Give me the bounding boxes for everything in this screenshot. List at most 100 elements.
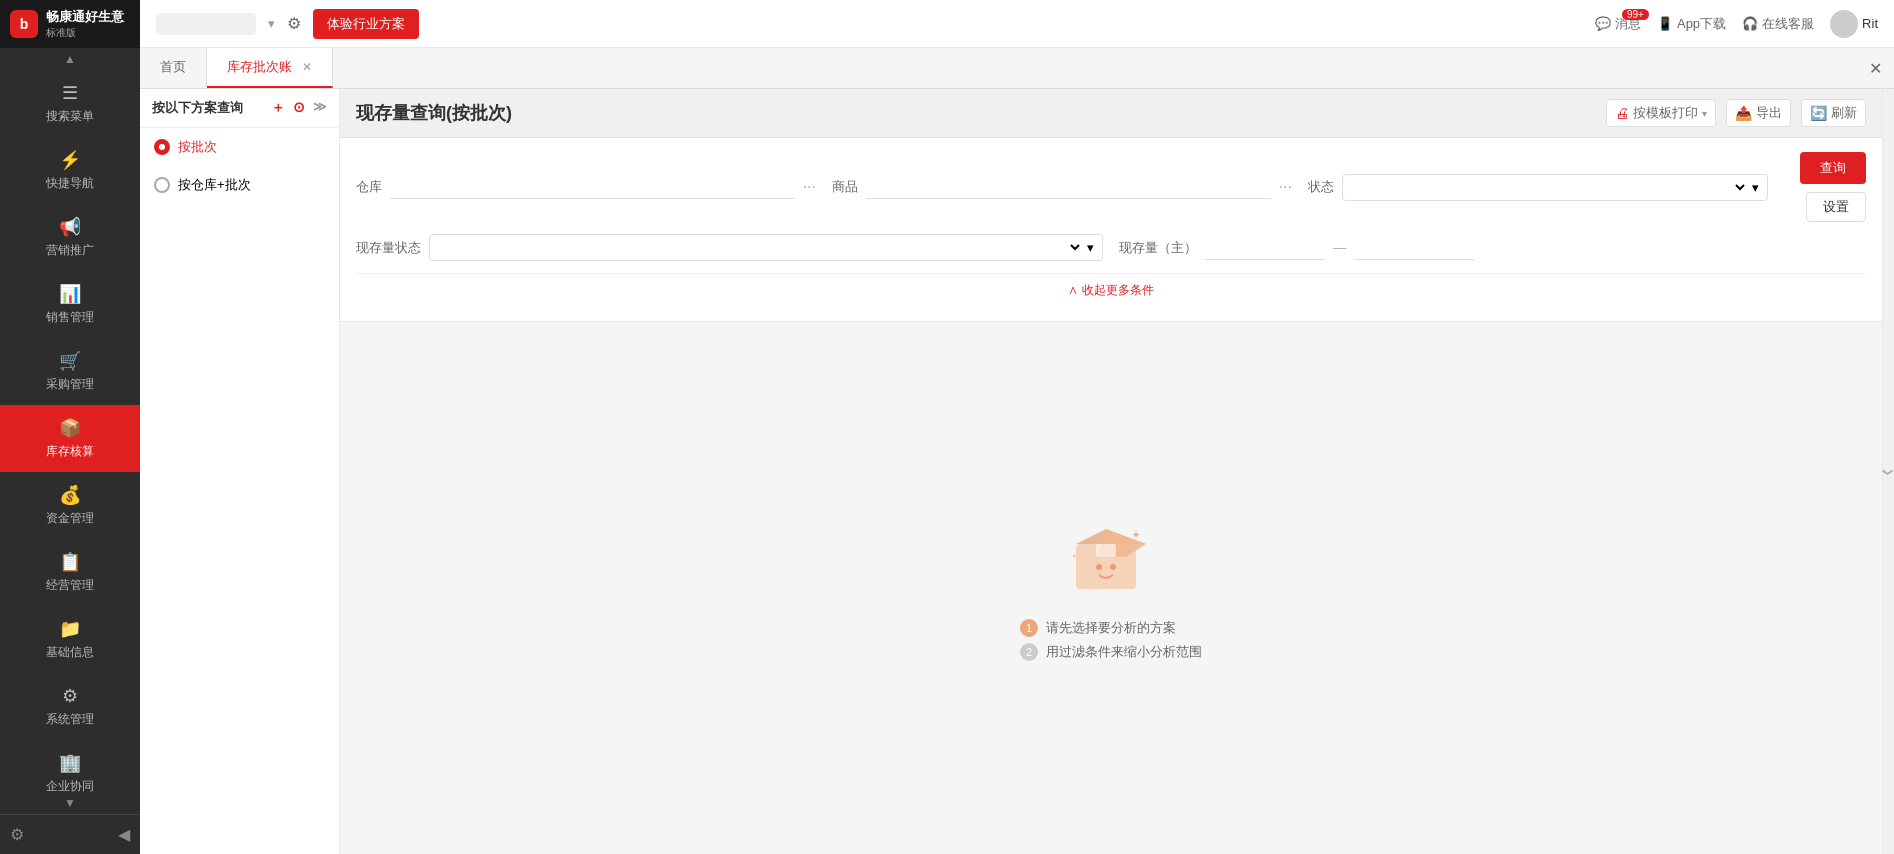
collapse-bar[interactable]: ∧ 收起更多条件: [356, 273, 1866, 307]
tab-batch-account[interactable]: 库存批次账 ✕: [207, 48, 333, 88]
svg-text:✦: ✦: [1071, 552, 1078, 561]
filter-title: 按以下方案查询: [152, 99, 243, 117]
sidebar-scroll-up[interactable]: ▲: [0, 48, 140, 70]
sidebar-item-enterprise[interactable]: 🏢 企业协同: [0, 740, 140, 792]
print-dropdown-icon[interactable]: ▾: [1702, 108, 1707, 119]
refresh-label: 刷新: [1831, 104, 1857, 122]
svg-point-5: [1110, 564, 1116, 570]
empty-icon: ✦ ✦: [1061, 509, 1161, 609]
inventory-qty-to-input[interactable]: [1354, 236, 1474, 260]
right-panel-toggle[interactable]: ❯: [1883, 468, 1894, 476]
warehouse-dots-button[interactable]: ···: [803, 178, 816, 196]
inventory-status-dropdown-icon: ▾: [1087, 240, 1094, 255]
sidebar-item-marketing[interactable]: 📢 营销推广: [0, 204, 140, 271]
sidebar-header: b 畅康通好生意 标准版: [0, 0, 140, 48]
empty-tips: 1 请先选择要分析的方案 2 用过滤条件来缩小分析范围: [1020, 619, 1202, 667]
sidebar-item-purchase[interactable]: 🛒 采购管理: [0, 338, 140, 405]
filter-item-batch[interactable]: 按批次: [140, 128, 339, 166]
page-title: 现存量查询(按批次): [356, 101, 512, 125]
search-menu-icon: ☰: [62, 82, 78, 104]
sidebar-item-label-finance: 资金管理: [46, 510, 94, 527]
export-button[interactable]: 📤 导出: [1726, 99, 1791, 127]
footer-collapse-icon[interactable]: ◀: [118, 825, 130, 844]
sidebar-item-label-quick-nav: 快捷导航: [46, 175, 94, 192]
basic-icon: 📁: [59, 618, 81, 640]
sidebar-item-system[interactable]: ⚙ 系统管理: [0, 673, 140, 740]
status-select-input[interactable]: [1351, 179, 1748, 196]
marketing-icon: 📢: [59, 216, 81, 238]
sidebar-item-label-basic: 基础信息: [46, 644, 94, 661]
sidebar-item-label-inventory: 库存核算: [46, 443, 94, 460]
filter-dot-inner-batch: [159, 144, 165, 150]
tab-home[interactable]: 首页: [140, 48, 207, 88]
username-label: Rit: [1862, 16, 1878, 31]
inventory-status-select[interactable]: ▾: [429, 234, 1103, 261]
filter-item-warehouse-batch[interactable]: 按仓库+批次: [140, 166, 339, 204]
breadcrumb-dropdown-icon[interactable]: ▾: [268, 16, 275, 31]
messages-button[interactable]: 💬 消息 99+: [1595, 15, 1641, 33]
product-dots-button[interactable]: ···: [1279, 178, 1292, 196]
app-logo: b: [10, 10, 38, 38]
filter-add-icon[interactable]: ＋: [271, 99, 285, 117]
status-label: 状态: [1308, 178, 1334, 196]
user-avatar: [1830, 10, 1858, 38]
sidebar-scroll-down[interactable]: ▼: [0, 792, 140, 814]
online-service-label: 在线客服: [1762, 15, 1814, 33]
inventory-qty-field: 现存量（主） —: [1119, 236, 1866, 260]
inventory-icon: 📦: [59, 417, 81, 439]
sidebar-footer: ⚙ ◀: [0, 814, 140, 854]
right-panel: ❯: [1882, 89, 1894, 854]
filter-header-icons: ＋ ⊙ ≫: [271, 99, 327, 117]
tip-num-1: 1: [1020, 619, 1038, 637]
empty-icon-svg: ✦ ✦: [1061, 509, 1161, 609]
header-left: ▾ ⚙ 体验行业方案: [156, 9, 419, 39]
status-select[interactable]: ▾: [1342, 174, 1768, 201]
empty-tip-2: 2 用过滤条件来缩小分析范围: [1020, 643, 1202, 661]
filter-dot-warehouse-batch: [154, 177, 170, 193]
warehouse-field: 仓库 ···: [356, 175, 816, 199]
breadcrumb-input[interactable]: [156, 13, 256, 35]
system-icon: ⚙: [62, 685, 78, 707]
tab-close-icon[interactable]: ✕: [302, 60, 312, 74]
refresh-button[interactable]: 🔄 刷新: [1801, 99, 1866, 127]
sidebar-item-finance[interactable]: 💰 资金管理: [0, 472, 140, 539]
query-button[interactable]: 查询: [1800, 152, 1866, 184]
svg-rect-3: [1096, 544, 1116, 557]
product-input[interactable]: [866, 175, 1271, 199]
print-button[interactable]: 🖨 按模板打印 ▾: [1606, 99, 1716, 127]
svg-point-4: [1096, 564, 1102, 570]
filter-item-batch-label: 按批次: [178, 138, 217, 156]
inventory-qty-from-input[interactable]: [1205, 236, 1325, 260]
sales-icon: 📊: [59, 283, 81, 305]
footer-settings-icon[interactable]: ⚙: [10, 825, 24, 844]
tab-panel-close-button[interactable]: ✕: [1857, 48, 1894, 88]
sidebar-item-inventory[interactable]: 📦 库存核算: [0, 405, 140, 472]
sidebar-item-search[interactable]: ☰ 搜索菜单: [0, 70, 140, 137]
product-label: 商品: [832, 178, 858, 196]
filter-collapse-icon[interactable]: ≫: [313, 99, 327, 117]
inventory-status-field: 现存量状态 ▾: [356, 234, 1103, 261]
sidebar-item-basic[interactable]: 📁 基础信息: [0, 606, 140, 673]
warehouse-input[interactable]: [390, 175, 795, 199]
sidebar-item-sales[interactable]: 📊 销售管理: [0, 271, 140, 338]
user-avatar-button[interactable]: Rit: [1830, 10, 1878, 38]
inventory-status-select-input[interactable]: [438, 239, 1083, 256]
print-icon: 🖨: [1615, 105, 1629, 121]
settings-button[interactable]: 设置: [1806, 192, 1866, 222]
sidebar-item-operations[interactable]: 📋 经营管理: [0, 539, 140, 606]
sidebar-item-quick-nav[interactable]: ⚡ 快捷导航: [0, 137, 140, 204]
form-row-2: 现存量状态 ▾ 现存量（主） —: [356, 234, 1866, 261]
inventory-qty-dash: —: [1333, 240, 1346, 255]
industry-solution-button[interactable]: 体验行业方案: [313, 9, 419, 39]
tip-num-2: 2: [1020, 643, 1038, 661]
header-gear-icon[interactable]: ⚙: [287, 14, 301, 33]
sidebar-item-label-search: 搜索菜单: [46, 108, 94, 125]
tab-home-label: 首页: [160, 59, 186, 74]
app-download-icon: 📱: [1657, 16, 1673, 31]
sidebar-item-label-marketing: 营销推广: [46, 242, 94, 259]
app-download-button[interactable]: 📱 App下载: [1657, 15, 1726, 33]
sidebar-item-label-sales: 销售管理: [46, 309, 94, 326]
filter-settings-icon[interactable]: ⊙: [293, 99, 305, 117]
online-service-button[interactable]: 🎧 在线客服: [1742, 15, 1814, 33]
filter-item-warehouse-batch-label: 按仓库+批次: [178, 176, 251, 194]
